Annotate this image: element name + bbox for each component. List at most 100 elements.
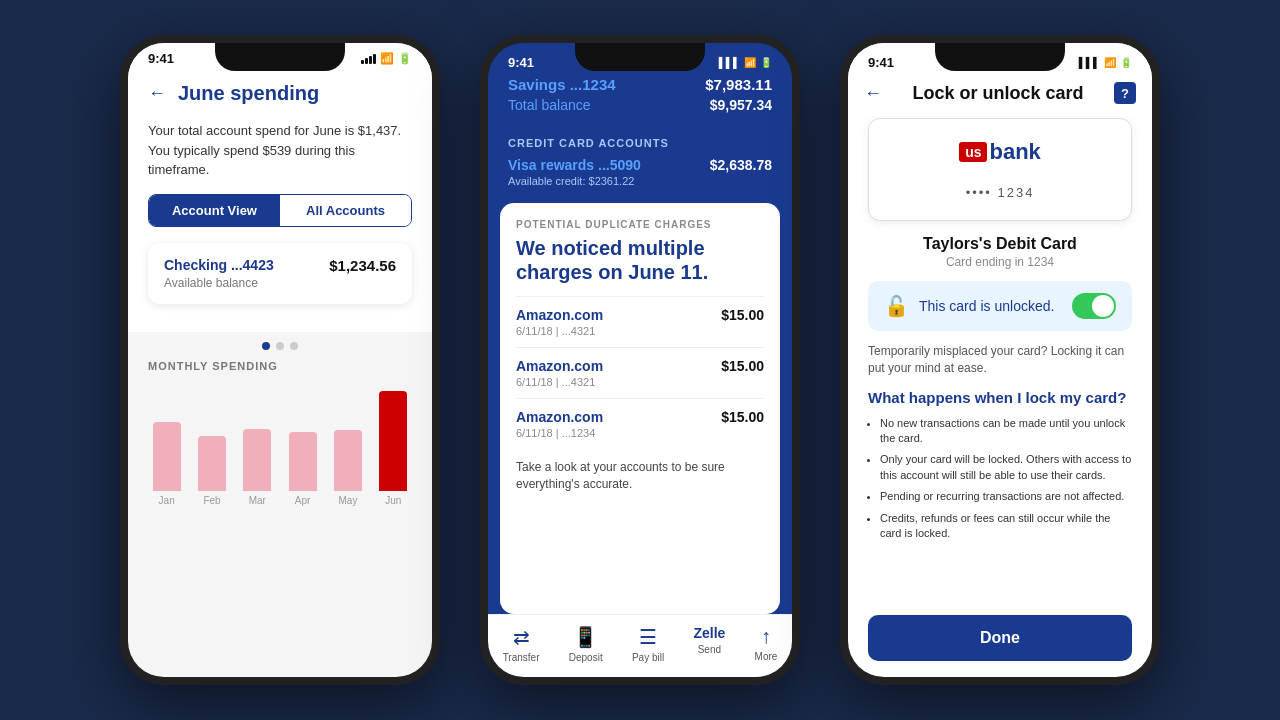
us-text: us (959, 142, 987, 162)
card-number: •••• 1234 (966, 185, 1035, 200)
page-title-1: June spending (178, 82, 319, 105)
status-time-1: 9:41 (148, 51, 174, 66)
visa-row: Visa rewards ...5090 Available credit: $… (508, 157, 772, 187)
bank-text: bank (989, 139, 1040, 165)
alert-heading: We noticed multiple charges on June 11. (516, 236, 764, 284)
status-bar-2: 9:41 ▌▌▌ 📶 🔋 (488, 43, 792, 74)
lock-status-bar: 🔓 This card is unlocked. (868, 281, 1132, 331)
dot-1 (262, 342, 270, 350)
charge-amt-1: $15.00 (721, 307, 764, 323)
send-label: Send (698, 644, 721, 655)
visa-credit: Available credit: $2361.22 (508, 175, 641, 187)
status-bar-3: 9:41 ▌▌▌ 📶 🔋 (848, 43, 1152, 74)
savings-amount: $7,983.11 (705, 76, 772, 93)
lock-bullets: No new transactions can be made until yo… (848, 416, 1152, 548)
lock-status-text: This card is unlocked. (919, 298, 1054, 314)
lock-toggle[interactable] (1072, 293, 1116, 319)
bar-label-may: May (339, 495, 358, 506)
transfer-icon: ⇄ (513, 625, 530, 649)
lock-description: Temporarily misplaced your card? Locking… (848, 343, 1152, 377)
charge-row-2: Amazon.com 6/11/18 | ...4321 $15.00 (516, 347, 764, 398)
help-button[interactable]: ? (1114, 82, 1136, 104)
savings-name: Savings ...1234 (508, 76, 616, 93)
phone-1: 9:41 📶 🔋 ← June spending Your total acco… (120, 35, 440, 685)
dot-3 (290, 342, 298, 350)
card-visual: us bank •••• 1234 (868, 118, 1132, 221)
view-toggle[interactable]: Account View All Accounts (148, 194, 412, 227)
nav-transfer[interactable]: ⇄ Transfer (503, 625, 540, 663)
status-bar-1: 9:41 📶 🔋 (128, 43, 432, 70)
cc-label: CREDIT CARD ACCOUNTS (508, 137, 772, 149)
total-amount: $9,957.34 (710, 97, 772, 113)
lock-bullet-1: No new transactions can be made until yo… (880, 416, 1132, 447)
zelle-icon: Zelle (693, 625, 725, 641)
account-balance: $1,234.56 (329, 257, 396, 274)
savings-row: Savings ...1234 $7,983.11 (508, 76, 772, 93)
status-time-3: 9:41 (868, 55, 894, 70)
charge-row-3: Amazon.com 6/11/18 | ...1234 $15.00 (516, 398, 764, 449)
signal-icon (361, 54, 376, 64)
charge-amt-2: $15.00 (721, 358, 764, 374)
screen2-top: Savings ...1234 $7,983.11 Total balance … (488, 74, 792, 129)
back-button[interactable]: ← (148, 83, 166, 104)
all-accounts-button[interactable]: All Accounts (280, 195, 411, 226)
lock-bullet-2: Only your card will be locked. Others wi… (880, 452, 1132, 483)
nav-paybill[interactable]: ☰ Pay bill (632, 625, 664, 663)
bar-jan: Jan (148, 422, 185, 506)
dot-2 (276, 342, 284, 350)
bar-label-jan: Jan (159, 495, 175, 506)
alert-card: POTENTIAL DUPLICATE CHARGES We noticed m… (500, 203, 780, 614)
card-sub: Card ending in 1234 (848, 255, 1152, 269)
account-view-button[interactable]: Account View (149, 195, 280, 226)
card-name: Taylors's Debit Card (848, 235, 1152, 253)
visa-amount: $2,638.78 (710, 157, 772, 187)
total-label: Total balance (508, 97, 591, 113)
status-icons-3: ▌▌▌ 📶 🔋 (1079, 57, 1132, 68)
screen1-header: ← June spending (128, 70, 432, 121)
account-name: Checking ...4423 (164, 257, 274, 273)
monthly-chart: Jan Feb Mar Apr May (128, 376, 432, 536)
bar-label-apr: Apr (295, 495, 311, 506)
screen3-body: us bank •••• 1234 Taylors's Debit Card C… (848, 116, 1152, 677)
bar-may: May (329, 430, 366, 506)
phone-2: 9:41 ▌▌▌ 📶 🔋 Savings ...1234 $7,983.11 T… (480, 35, 800, 685)
bar-feb: Feb (193, 436, 230, 506)
back-button-3[interactable]: ← (864, 83, 882, 104)
account-card[interactable]: Checking ...4423 $1,234.56 Available bal… (148, 243, 412, 304)
charge-name-1: Amazon.com (516, 307, 603, 323)
status-icons-2: ▌▌▌ 📶 🔋 (719, 57, 772, 68)
total-row: Total balance $9,957.34 (508, 97, 772, 113)
charge-sub-3: 6/11/18 | ...1234 (516, 427, 603, 439)
nav-deposit[interactable]: 📱 Deposit (569, 625, 603, 663)
paybill-icon: ☰ (639, 625, 657, 649)
more-icon: ↑ (761, 625, 771, 648)
charge-amt-3: $15.00 (721, 409, 764, 425)
lock-question: What happens when I lock my card? (848, 389, 1152, 406)
lock-bullet-3: Pending or recurring transactions are no… (880, 489, 1132, 504)
phone-3: 9:41 ▌▌▌ 📶 🔋 ← Lock or unlock card ? us … (840, 35, 1160, 685)
bar-jun: Jun (375, 391, 412, 506)
transfer-label: Transfer (503, 652, 540, 663)
bar-label-jun: Jun (385, 495, 401, 506)
status-icons-1: 📶 🔋 (361, 52, 412, 65)
lock-bullet-4: Credits, refunds or fees can still occur… (880, 511, 1132, 542)
wifi-icon: 📶 (380, 52, 394, 65)
usbank-logo: us bank (959, 139, 1041, 165)
battery-icon: 🔋 (398, 52, 412, 65)
unlock-icon: 🔓 (884, 294, 909, 318)
status-time-2: 9:41 (508, 55, 534, 70)
charge-name-2: Amazon.com (516, 358, 603, 374)
done-button[interactable]: Done (868, 615, 1132, 661)
bar-label-mar: Mar (249, 495, 266, 506)
bar-apr: Apr (284, 432, 321, 506)
nav-more[interactable]: ↑ More (755, 625, 778, 663)
screen1-body: Your total account spend for June is $1,… (128, 121, 432, 332)
page-title-3: Lock or unlock card (912, 83, 1083, 104)
bottom-nav: ⇄ Transfer 📱 Deposit ☰ Pay bill Zelle Se… (488, 614, 792, 677)
deposit-icon: 📱 (573, 625, 598, 649)
visa-name: Visa rewards ...5090 (508, 157, 641, 173)
alert-footer: Take a look at your accounts to be sure … (516, 459, 764, 493)
nav-send[interactable]: Zelle Send (693, 625, 725, 663)
spend-description: Your total account spend for June is $1,… (148, 121, 412, 180)
alert-label: POTENTIAL DUPLICATE CHARGES (516, 219, 764, 230)
